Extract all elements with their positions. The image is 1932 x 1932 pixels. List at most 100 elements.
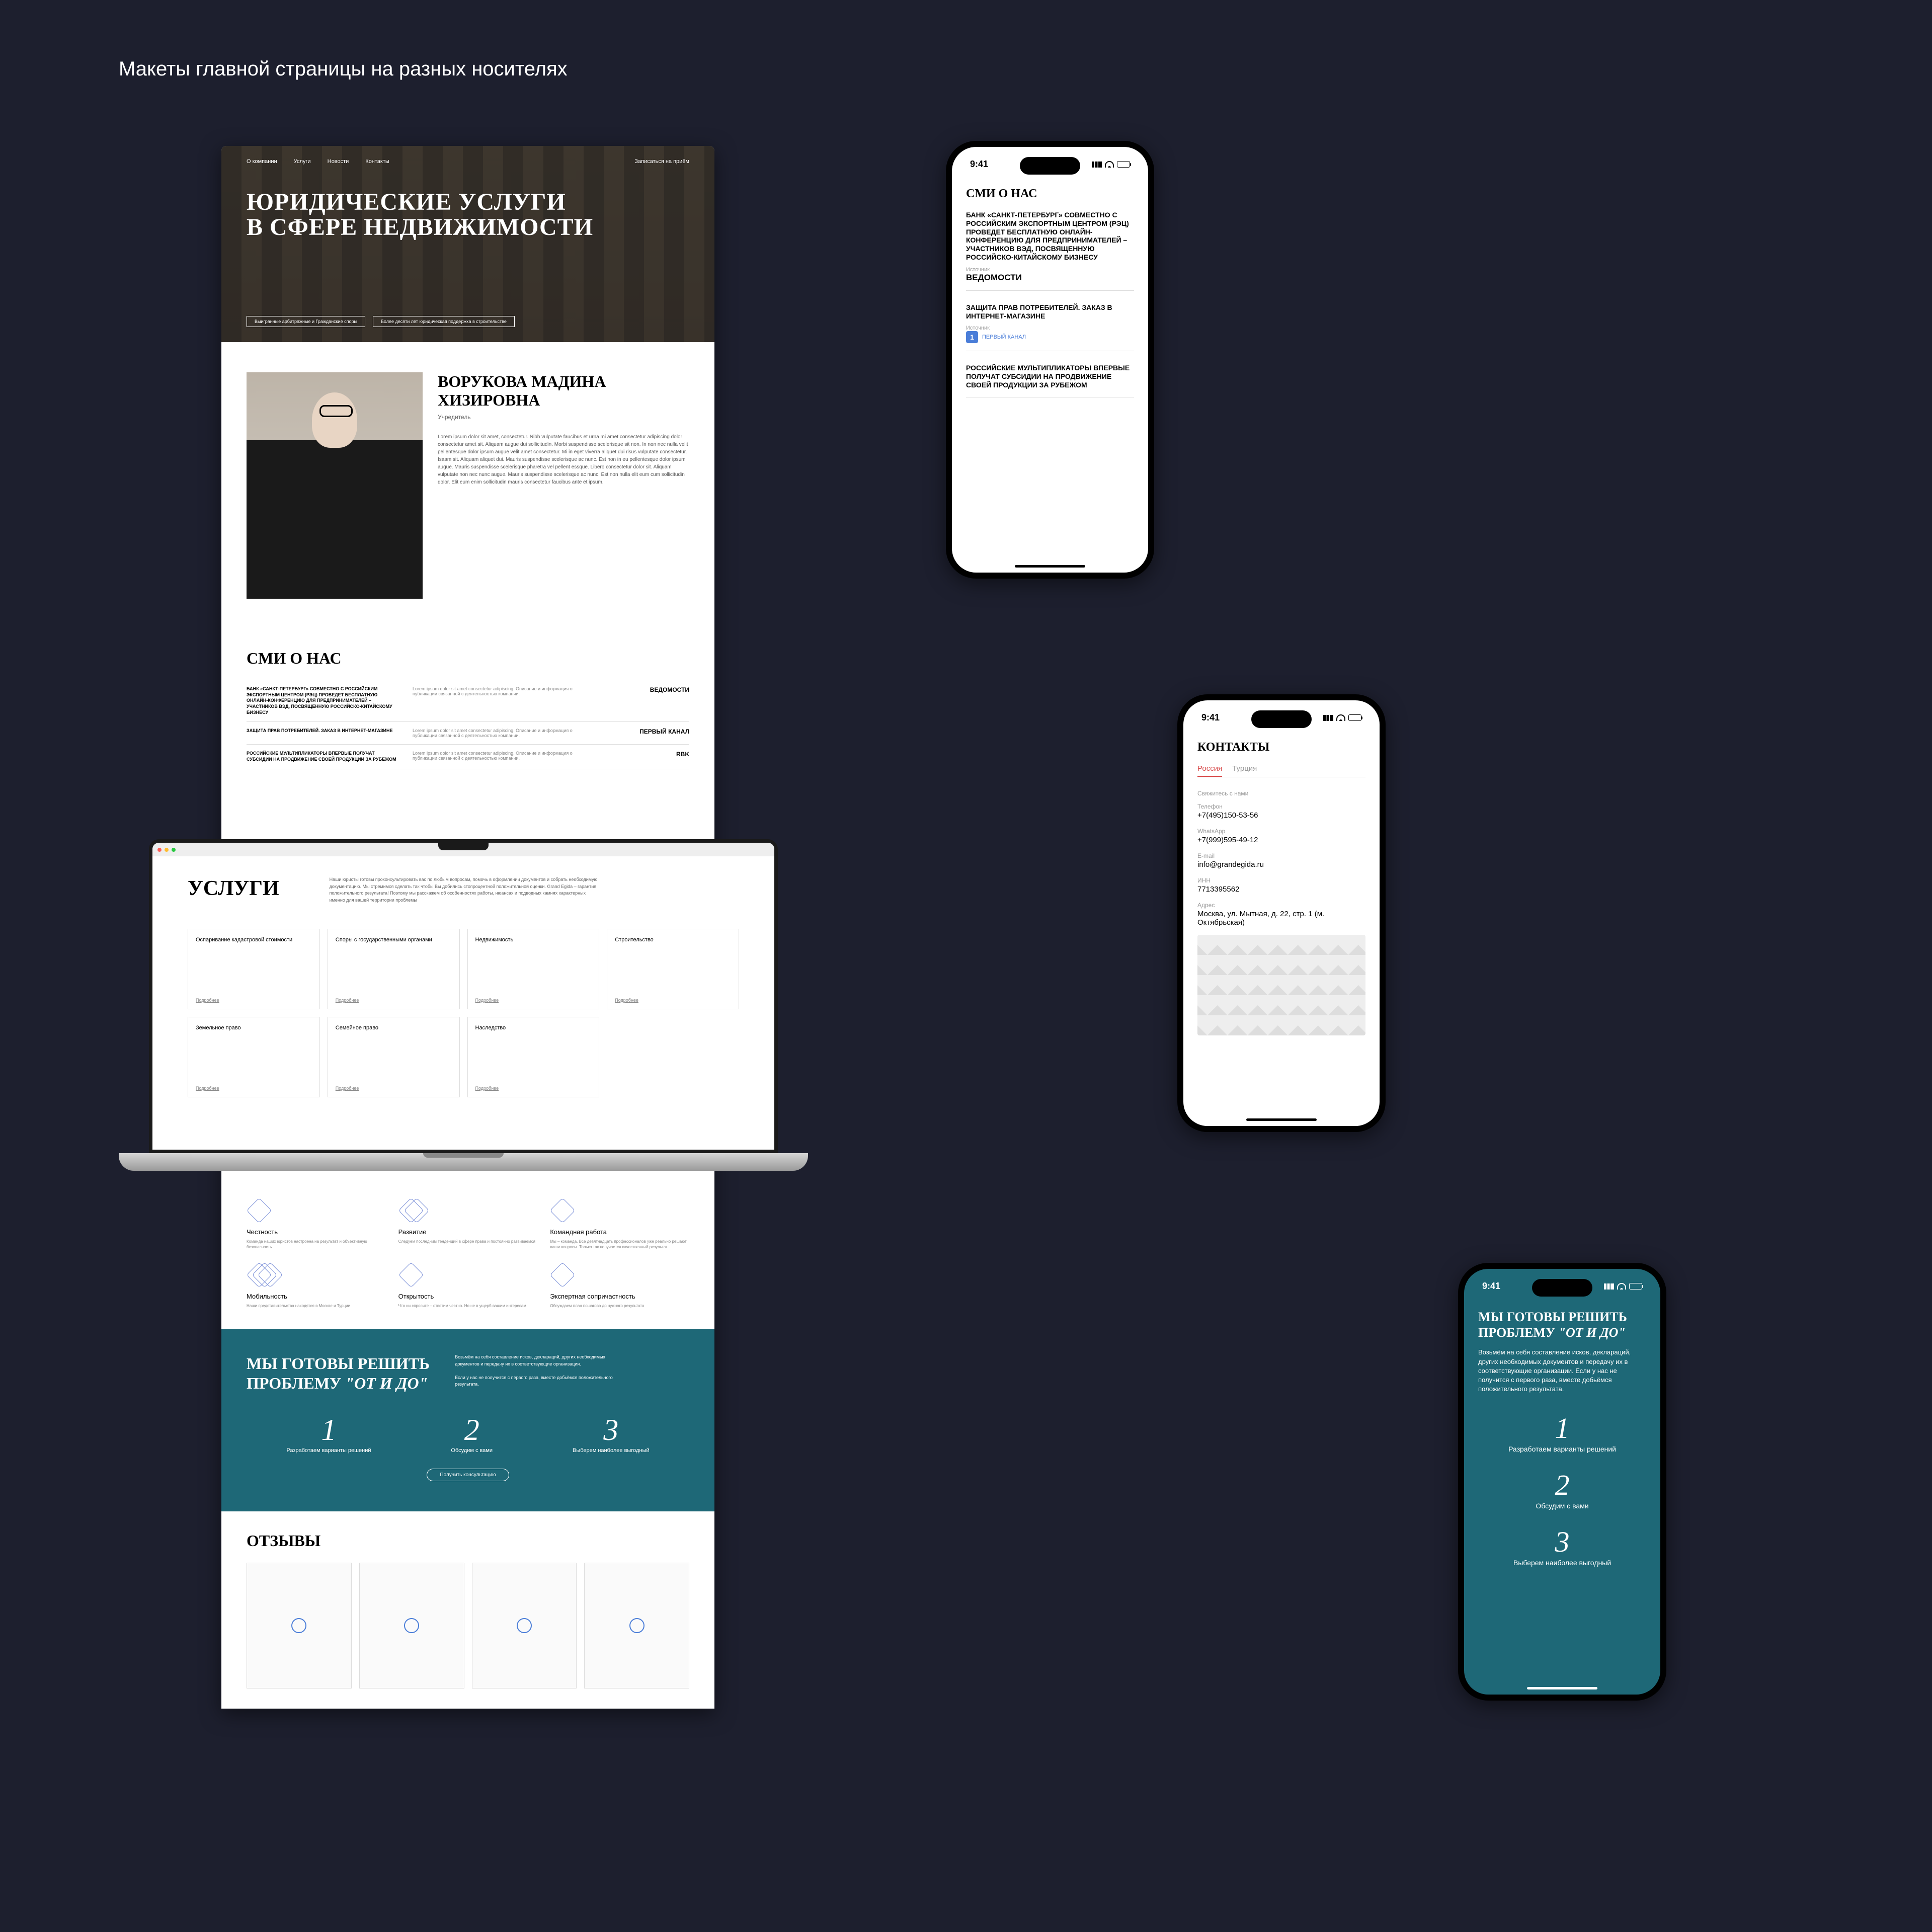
hero-btn-1[interactable]: Выигранные арбитражные и Гражданские спо… bbox=[247, 316, 365, 327]
step-label: Выберем наиболее выгодный bbox=[1478, 1559, 1646, 1567]
phone-value[interactable]: +7(495)150-53-56 bbox=[1197, 811, 1365, 820]
contacts-tabs: Россия Турция bbox=[1197, 764, 1365, 777]
value-item: МобильностьНаши представительства находя… bbox=[247, 1262, 386, 1309]
review-card[interactable] bbox=[359, 1563, 464, 1688]
review-card[interactable] bbox=[584, 1563, 689, 1688]
phone-smi-item[interactable]: ЗАЩИТА ПРАВ ПОТРЕБИТЕЛЕЙ. ЗАКАЗ В ИНТЕРН… bbox=[966, 303, 1134, 352]
laptop-notch-icon bbox=[438, 843, 489, 850]
home-indicator-icon[interactable] bbox=[1246, 1118, 1317, 1121]
home-indicator-icon[interactable] bbox=[1015, 565, 1085, 568]
value-title: Командная работа bbox=[550, 1228, 689, 1236]
minimize-icon[interactable] bbox=[165, 848, 169, 852]
nav-services[interactable]: Услуги bbox=[294, 158, 311, 165]
hero-btn-2[interactable]: Более десяти лет юридическая поддержка в… bbox=[373, 316, 515, 327]
nav-news[interactable]: Новости bbox=[328, 158, 349, 165]
service-more-link[interactable]: Подробнее bbox=[615, 998, 638, 1003]
phone-smi-heading: СМИ О НАС bbox=[966, 187, 1134, 201]
smi-row[interactable]: РОССИЙСКИЕ МУЛЬТИПЛИКАТОРЫ ВПЕРВЫЕ ПОЛУЧ… bbox=[247, 745, 689, 769]
cta-button[interactable]: Получить консультацию bbox=[427, 1469, 509, 1481]
cta-step: 3Выберем наиболее выгодный bbox=[573, 1413, 650, 1454]
phone-smi-mockup: 9:41 СМИ О НАС БАНК «САНКТ-ПЕТЕРБУРГ» СО… bbox=[946, 141, 1154, 579]
channel-1-source: 1ПЕРВЫЙ КАНАЛ bbox=[966, 331, 1134, 343]
service-card[interactable]: Земельное правоПодробнее bbox=[188, 1017, 320, 1097]
review-card[interactable] bbox=[472, 1563, 577, 1688]
page-title: Макеты главной страницы на разных носите… bbox=[119, 58, 568, 80]
addr-label: Адрес bbox=[1197, 902, 1365, 909]
step-label: Обсудим с вами bbox=[1478, 1502, 1646, 1510]
value-item: Командная работаМы – команда. Все девятн… bbox=[550, 1198, 689, 1250]
source-label: Источник bbox=[966, 325, 1134, 331]
cta-section: МЫ ГОТОВЫ РЕШИТЬ ПРОБЛЕМУ "ОТ И ДО" Возь… bbox=[221, 1329, 714, 1511]
signal-icon bbox=[1604, 1283, 1614, 1290]
maximize-icon[interactable] bbox=[172, 848, 176, 852]
service-title: Оспаривание кадастровой стоимости bbox=[196, 937, 312, 943]
service-card[interactable]: Наследство Подробнее bbox=[467, 1017, 600, 1097]
channel-1-icon: 1 bbox=[966, 331, 978, 343]
smi-headline: ЗАЩИТА ПРАВ ПОТРЕБИТЕЛЕЙ. ЗАКАЗ В ИНТЕРН… bbox=[247, 728, 397, 738]
cta-step: 1Разработаем варианты решений bbox=[286, 1413, 371, 1454]
email-value[interactable]: info@grandegida.ru bbox=[1197, 860, 1365, 869]
hero-section: О компании Услуги Новости Контакты Запис… bbox=[221, 146, 714, 342]
service-more-link[interactable]: Подробнее bbox=[196, 1086, 219, 1091]
status-time: 9:41 bbox=[1201, 712, 1220, 723]
battery-icon bbox=[1117, 161, 1130, 168]
value-title: Мобильность bbox=[247, 1293, 386, 1300]
step-number: 1 bbox=[1478, 1411, 1646, 1445]
service-card[interactable]: Семейное правоПодробнее bbox=[328, 1017, 460, 1097]
nav-contacts[interactable]: Контакты bbox=[365, 158, 389, 165]
service-more-link[interactable]: Подробнее bbox=[336, 998, 359, 1003]
step-number: 3 bbox=[573, 1413, 650, 1447]
wifi-icon bbox=[1336, 714, 1345, 721]
nav-cta[interactable]: Записаться на приём bbox=[634, 158, 689, 165]
cta-desc: Возьмём на себя составление исков, декла… bbox=[455, 1354, 631, 1393]
value-item: ОткрытостьЧто ни спросите – ответим чест… bbox=[398, 1262, 538, 1309]
service-more-link[interactable]: Подробнее bbox=[475, 998, 499, 1003]
diamond-icon bbox=[247, 1262, 272, 1287]
smi-desc: Lorem ipsum dolor sit amet consectetur a… bbox=[413, 728, 594, 738]
service-more-link[interactable]: Подробнее bbox=[336, 1086, 359, 1091]
step-label: Обсудим с вами bbox=[451, 1447, 493, 1454]
signal-icon bbox=[1323, 715, 1333, 721]
service-title: Наследство bbox=[475, 1025, 592, 1031]
step-number: 3 bbox=[1478, 1525, 1646, 1559]
laptop-mockup: УСЛУГИ Наши юристы готовы проконсультиро… bbox=[119, 839, 808, 1171]
close-icon[interactable] bbox=[157, 848, 162, 852]
contacts-map[interactable] bbox=[1197, 935, 1365, 1035]
email-label: E-mail bbox=[1197, 852, 1365, 859]
diamond-icon bbox=[398, 1262, 424, 1287]
value-item: ЧестностьКоманда наших юристов настроена… bbox=[247, 1198, 386, 1250]
service-card[interactable]: Споры с государственными органами Подробн… bbox=[328, 929, 460, 1009]
smi-row[interactable]: БАНК «САНКТ-ПЕТЕРБУРГ» СОВМЕСТНО С РОССИ… bbox=[247, 680, 689, 722]
wa-value[interactable]: +7(999)595-49-12 bbox=[1197, 836, 1365, 844]
status-time: 9:41 bbox=[970, 159, 988, 170]
phone-cta-step: 2Обсудим с вами bbox=[1478, 1468, 1646, 1510]
service-title: Споры с государственными органами bbox=[336, 937, 452, 943]
tab-russia[interactable]: Россия bbox=[1197, 764, 1222, 777]
wifi-icon bbox=[1105, 161, 1114, 168]
phone-smi-item[interactable]: БАНК «САНКТ-ПЕТЕРБУРГ» СОВМЕСТНО С РОССИ… bbox=[966, 211, 1134, 291]
value-item: Экспертная сопричастностьОбсуждаем план … bbox=[550, 1262, 689, 1309]
wa-label: WhatsApp bbox=[1197, 828, 1365, 835]
review-card[interactable] bbox=[247, 1563, 352, 1688]
step-label: Выберем наиболее выгодный bbox=[573, 1447, 650, 1454]
smi-source: ВЕДОМОСТИ bbox=[966, 273, 1134, 283]
service-card[interactable]: Оспаривание кадастровой стоимости Подробн… bbox=[188, 929, 320, 1009]
service-more-link[interactable]: Подробнее bbox=[475, 1086, 499, 1091]
phone-smi-item[interactable]: РОССИЙСКИЕ МУЛЬТИПЛИКАТОРЫ ВПЕРВЫЕ ПОЛУЧ… bbox=[966, 364, 1134, 397]
service-card[interactable]: НедвижимостьПодробнее bbox=[467, 929, 600, 1009]
home-indicator-icon[interactable] bbox=[1527, 1687, 1597, 1689]
value-title: Открытость bbox=[398, 1293, 538, 1300]
smi-source: ВЕДОМОСТИ bbox=[609, 686, 689, 715]
smi-headline: БАНК «САНКТ-ПЕТЕРБУРГ» СОВМЕСТНО С РОССИ… bbox=[247, 686, 397, 715]
service-more-link[interactable]: Подробнее bbox=[196, 998, 219, 1003]
smi-desc: Lorem ipsum dolor sit amet consectetur a… bbox=[413, 686, 594, 715]
smi-headline: БАНК «САНКТ-ПЕТЕРБУРГ» СОВМЕСТНО С РОССИ… bbox=[966, 211, 1134, 262]
services-heading: УСЛУГИ bbox=[188, 876, 279, 901]
tab-turkey[interactable]: Турция bbox=[1232, 764, 1257, 777]
founder-bio: Lorem ipsum dolor sit amet, consectetur.… bbox=[438, 433, 689, 486]
smi-row[interactable]: ЗАЩИТА ПРАВ ПОТРЕБИТЕЛЕЙ. ЗАКАЗ В ИНТЕРН… bbox=[247, 722, 689, 745]
nav-about[interactable]: О компании bbox=[247, 158, 277, 165]
service-card[interactable]: СтроительствоПодробнее bbox=[607, 929, 739, 1009]
wifi-icon bbox=[1617, 1283, 1626, 1290]
smi-heading: СМИ О НАС bbox=[247, 649, 689, 668]
